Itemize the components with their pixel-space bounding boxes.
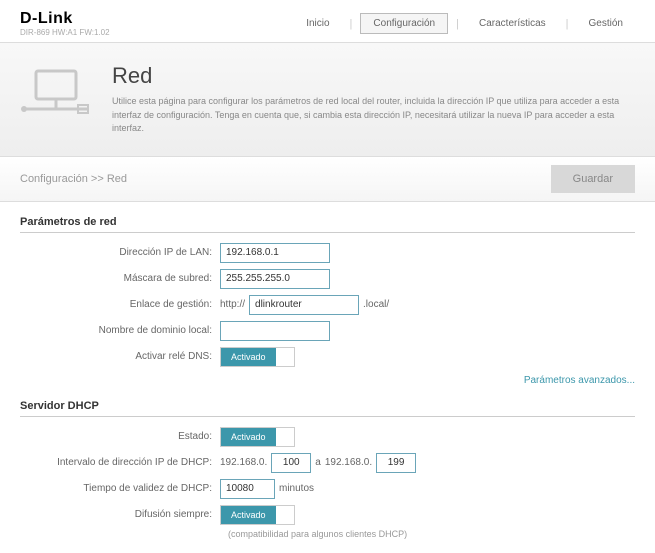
nav-inicio[interactable]: Inicio xyxy=(294,14,341,33)
nav-sep: | xyxy=(566,18,569,30)
dhcp-range-start-input[interactable] xyxy=(271,453,311,473)
mgmt-link-input[interactable] xyxy=(249,295,359,315)
local-domain-input[interactable] xyxy=(220,321,330,341)
logo-area: D-Link DIR-869 HW:A1 FW:1.02 xyxy=(20,10,110,37)
brand-logo: D-Link xyxy=(20,10,110,28)
lan-ip-input[interactable] xyxy=(220,243,330,263)
range-prefix-1: 192.168.0. xyxy=(220,457,267,468)
toggle-on-label: Activado xyxy=(221,428,276,446)
section-network-title: Parámetros de red xyxy=(20,216,635,233)
range-prefix-2: 192.168.0. xyxy=(325,457,372,468)
banner: Red Utilice esta página para configurar … xyxy=(0,43,655,157)
header: D-Link DIR-869 HW:A1 FW:1.02 Inicio | Co… xyxy=(0,0,655,43)
row-always-broadcast: Difusión siempre: Activado xyxy=(20,505,635,525)
row-dhcp-lease: Tiempo de validez de DHCP: minutos xyxy=(20,479,635,499)
breadcrumb: Configuración >> Red xyxy=(20,173,551,185)
compat-note: (compatibilidad para algunos clientes DH… xyxy=(228,529,635,539)
model-label: DIR-869 HW:A1 FW:1.02 xyxy=(20,28,110,37)
toggle-handle xyxy=(276,348,294,366)
row-dhcp-range: Intervalo de dirección IP de DHCP: 192.1… xyxy=(20,453,635,473)
dhcp-range-label: Intervalo de dirección IP de DHCP: xyxy=(20,457,220,468)
content: Parámetros de red Dirección IP de LAN: M… xyxy=(0,202,655,553)
row-mgmt-link: Enlace de gestión: http:// .local/ xyxy=(20,295,635,315)
top-nav: Inicio | Configuración | Características… xyxy=(110,13,635,34)
save-button[interactable]: Guardar xyxy=(551,165,635,193)
subnet-mask-label: Máscara de subred: xyxy=(20,273,220,284)
dhcp-status-label: Estado: xyxy=(20,431,220,442)
toggle-handle xyxy=(276,506,294,524)
dns-relay-label: Activar relé DNS: xyxy=(20,351,220,362)
mgmt-suffix: .local/ xyxy=(363,299,389,310)
local-domain-label: Nombre de dominio local: xyxy=(20,325,220,336)
nav-gestion[interactable]: Gestión xyxy=(577,14,635,33)
lease-unit: minutos xyxy=(279,483,314,494)
row-dns-relay: Activar relé DNS: Activado xyxy=(20,347,635,367)
range-sep: a xyxy=(315,457,321,468)
nav-configuracion[interactable]: Configuración xyxy=(360,13,448,34)
row-dhcp-status: Estado: Activado xyxy=(20,427,635,447)
nav-caracteristicas[interactable]: Características xyxy=(467,14,558,33)
nav-sep: | xyxy=(456,18,459,30)
mgmt-link-label: Enlace de gestión: xyxy=(20,299,220,310)
dhcp-lease-label: Tiempo de validez de DHCP: xyxy=(20,483,220,494)
row-local-domain: Nombre de dominio local: xyxy=(20,321,635,341)
dns-relay-toggle[interactable]: Activado xyxy=(220,347,295,367)
row-lan-ip: Dirección IP de LAN: xyxy=(20,243,635,263)
subnet-mask-input[interactable] xyxy=(220,269,330,289)
always-broadcast-toggle[interactable]: Activado xyxy=(220,505,295,525)
always-broadcast-label: Difusión siempre: xyxy=(20,509,220,520)
breadcrumb-row: Configuración >> Red Guardar xyxy=(0,157,655,202)
toggle-on-label: Activado xyxy=(221,506,276,524)
dhcp-status-toggle[interactable]: Activado xyxy=(220,427,295,447)
lan-ip-label: Dirección IP de LAN: xyxy=(20,247,220,258)
row-subnet-mask: Máscara de subred: xyxy=(20,269,635,289)
network-icon xyxy=(20,63,92,136)
section-dhcp-title: Servidor DHCP xyxy=(20,400,635,417)
dhcp-range-end-input[interactable] xyxy=(376,453,416,473)
mgmt-prefix: http:// xyxy=(220,299,245,310)
toggle-handle xyxy=(276,428,294,446)
banner-text: Red Utilice esta página para configurar … xyxy=(112,63,635,136)
toggle-on-label: Activado xyxy=(221,348,276,366)
page-title: Red xyxy=(112,63,635,89)
page-description: Utilice esta página para configurar los … xyxy=(112,95,635,136)
dhcp-lease-input[interactable] xyxy=(220,479,275,499)
nav-sep: | xyxy=(350,18,353,30)
advanced-params-link[interactable]: Parámetros avanzados... xyxy=(20,375,635,386)
